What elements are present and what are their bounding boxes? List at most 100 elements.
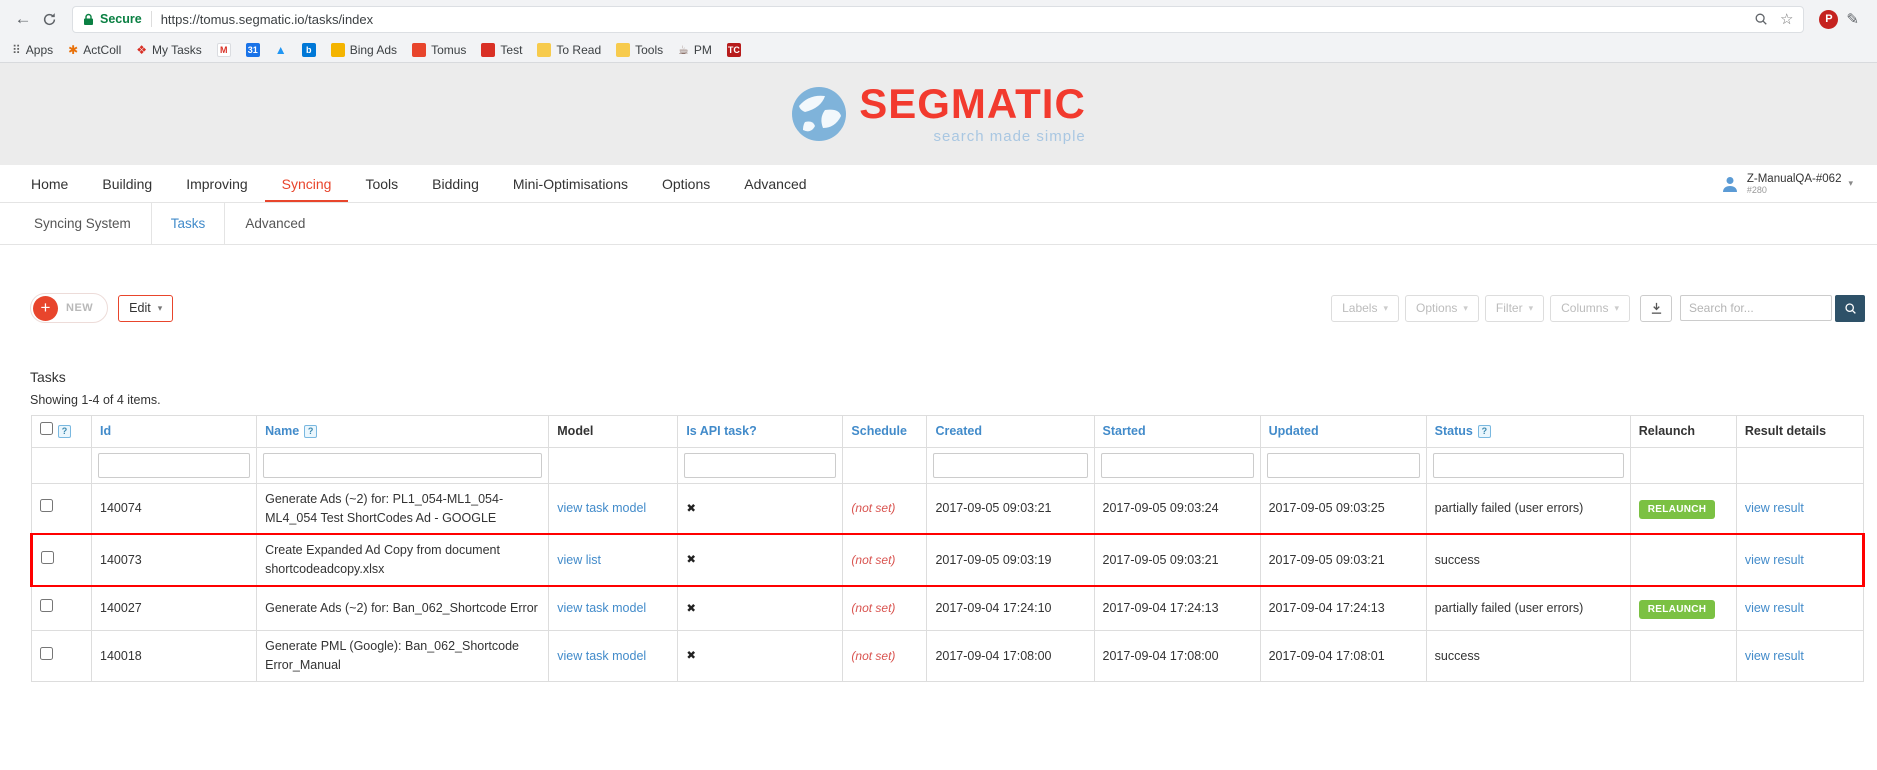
nav-item-options[interactable]: Options: [645, 165, 727, 202]
bookmark-item-pm[interactable]: ☕ PM: [678, 43, 712, 57]
user-names: Z-ManualQA-#062 #280: [1747, 173, 1842, 195]
bookmark-item-my-tasks[interactable]: ❖ My Tasks: [136, 43, 202, 57]
bookmark-item[interactable]: M: [216, 43, 231, 57]
url-text[interactable]: https://tomus.segmatic.io/tasks/index: [161, 12, 373, 27]
id-filter-input[interactable]: [98, 452, 251, 478]
address-bar[interactable]: Secure https://tomus.segmatic.io/tasks/i…: [72, 5, 1805, 33]
toolbar: + NEW Edit ▾ Labels ▾ Options ▾ Filter ▾ Colum…: [0, 293, 1877, 323]
view-model-link[interactable]: view task model: [557, 501, 646, 515]
select-all-header: ?: [30, 415, 93, 448]
column-header-started[interactable]: Started: [1093, 415, 1261, 448]
status-filter-input[interactable]: [1432, 452, 1624, 478]
plus-icon: +: [33, 295, 58, 321]
view-model-link[interactable]: view task model: [557, 601, 646, 615]
refresh-icon[interactable]: [36, 6, 62, 32]
column-label: Is API task?: [686, 424, 757, 438]
select-all-checkbox[interactable]: [40, 422, 53, 435]
bookmark-item-actcoll[interactable]: ✱ ActColl: [68, 43, 121, 57]
columns-dropdown[interactable]: Columns ▾: [1550, 294, 1630, 322]
column-header-name[interactable]: Name?: [256, 415, 550, 448]
is_api-filter-input[interactable]: [684, 452, 837, 478]
cell-updated: 2017-09-05 09:03:21: [1259, 533, 1427, 587]
bookmark-item-bing-ads[interactable]: Bing Ads: [330, 43, 397, 57]
cell-name: Generate PML (Google): Ban_062_Shortcode…: [256, 630, 550, 682]
nav-item-advanced[interactable]: Advanced: [727, 165, 823, 202]
bookmark-item[interactable]: TC: [726, 43, 741, 57]
row-checkbox[interactable]: [40, 646, 53, 660]
options-dropdown[interactable]: Options ▾: [1405, 294, 1479, 322]
subnav-tab-advanced[interactable]: Advanced: [225, 203, 325, 244]
name-filter-input[interactable]: [263, 452, 543, 478]
subnav-tab-syncing-system[interactable]: Syncing System: [14, 203, 151, 244]
filter-cell-select: [30, 446, 93, 484]
column-header-status[interactable]: Status?: [1425, 415, 1631, 448]
bookmark-item[interactable]: b: [301, 43, 316, 57]
zoom-icon[interactable]: [1754, 12, 1768, 26]
filter-dropdown[interactable]: Filter ▾: [1484, 294, 1545, 322]
nav-item-building[interactable]: Building: [85, 165, 169, 202]
user-menu[interactable]: Z-ManualQA-#062 #280 ▾: [1720, 165, 1863, 202]
labels-dropdown[interactable]: Labels ▾: [1331, 294, 1400, 322]
bookmark-item[interactable]: 31: [245, 43, 260, 57]
bookmark-item-test[interactable]: Test: [481, 43, 522, 57]
nav-item-mini-optimisations[interactable]: Mini-Optimisations: [496, 165, 645, 202]
cell-relaunch: [1629, 533, 1737, 587]
new-button[interactable]: + NEW: [30, 293, 109, 323]
edit-dropdown[interactable]: Edit ▾: [118, 294, 174, 322]
bookmark-item-tools[interactable]: Tools: [616, 43, 663, 57]
view-result-link[interactable]: view result: [1745, 601, 1804, 615]
column-header-created[interactable]: Created: [926, 415, 1095, 448]
logo-band: SEGMATIC search made simple: [0, 63, 1877, 165]
bookmark-star-icon[interactable]: ☆: [1780, 10, 1793, 28]
column-header-id[interactable]: Id: [91, 415, 258, 448]
column-header-schedule[interactable]: Schedule: [842, 415, 928, 448]
view-model-link[interactable]: view task model: [557, 649, 646, 663]
cell-result: view result: [1735, 533, 1866, 587]
bookmark-item-tomus[interactable]: Tomus: [412, 43, 466, 57]
column-header-is_api[interactable]: Is API task?: [677, 415, 844, 448]
column-label: Status: [1434, 424, 1473, 438]
extension-p-icon[interactable]: P: [1819, 9, 1839, 29]
extension-pencil-icon[interactable]: ✎: [1846, 10, 1859, 28]
column-header-updated[interactable]: Updated: [1259, 415, 1427, 448]
started-filter-input[interactable]: [1100, 452, 1254, 478]
bookmark-favicon: [616, 43, 631, 57]
nav-item-improving[interactable]: Improving: [169, 165, 264, 202]
main-nav: Home Building Improving Syncing Tools Bidding…: [0, 165, 1877, 203]
row-select-cell: [30, 630, 93, 682]
view-result-link[interactable]: view result: [1745, 553, 1804, 567]
help-icon[interactable]: ?: [1477, 425, 1491, 439]
task-row-140018: 140018 Generate PML (Google): Ban_062_Sho…: [30, 630, 1865, 682]
row-checkbox[interactable]: [41, 550, 54, 564]
relaunch-button[interactable]: RELAUNCH: [1638, 499, 1716, 519]
view-result-link[interactable]: view result: [1745, 501, 1804, 515]
cell-result: view result: [1735, 482, 1865, 535]
cell-name: Generate Ads (~2) for: PL1_054-ML1_054-M…: [256, 482, 550, 535]
nav-item-tools[interactable]: Tools: [348, 165, 415, 202]
help-icon[interactable]: ?: [58, 425, 71, 439]
search-button[interactable]: [1835, 294, 1865, 322]
export-button[interactable]: [1640, 294, 1672, 322]
bookmark-item-apps[interactable]: ⠿ Apps: [12, 43, 53, 57]
column-label: Updated: [1268, 424, 1319, 438]
column-header-model: Model: [548, 415, 679, 448]
nav-item-syncing[interactable]: Syncing: [265, 165, 349, 202]
subnav-tab-tasks[interactable]: Tasks: [150, 203, 226, 244]
cell-created: 2017-09-04 17:24:10: [926, 585, 1095, 632]
back-icon[interactable]: ←: [10, 6, 36, 32]
task-row-140027: 140027 Generate Ads (~2) for: Ban_062_Sho…: [30, 585, 1865, 632]
view-result-link[interactable]: view result: [1745, 649, 1804, 663]
help-icon[interactable]: ?: [304, 425, 318, 439]
updated-filter-input[interactable]: [1266, 452, 1420, 478]
created-filter-input[interactable]: [933, 452, 1088, 478]
nav-item-bidding[interactable]: Bidding: [415, 165, 496, 202]
search-input[interactable]: [1680, 295, 1832, 321]
globe-icon: [792, 87, 847, 141]
bookmark-item-to-read[interactable]: To Read: [537, 43, 601, 57]
row-checkbox[interactable]: [40, 599, 53, 613]
bookmark-item[interactable]: ▲: [275, 44, 287, 56]
relaunch-button[interactable]: RELAUNCH: [1638, 599, 1716, 619]
nav-item-home[interactable]: Home: [14, 165, 85, 202]
view-model-link[interactable]: view list: [557, 553, 601, 567]
row-checkbox[interactable]: [40, 499, 53, 513]
